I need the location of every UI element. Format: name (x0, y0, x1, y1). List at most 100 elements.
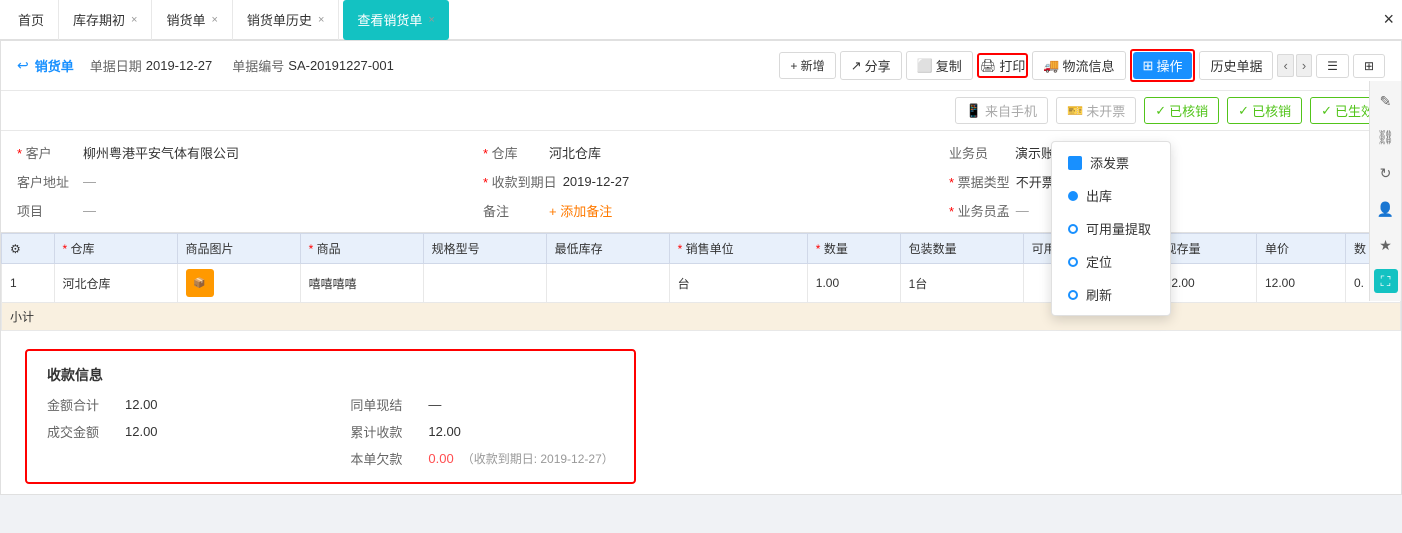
copy-button[interactable]: ⬜ 复制 (906, 51, 973, 80)
toolbar: + 新增 ↗ 分享 ⬜ 复制 🖨 打印 🚚 物流信息 (779, 49, 1385, 82)
customer-value: 柳州粤港平安气体有限公司 (83, 143, 239, 162)
payment-title: 收款信息 (47, 365, 614, 385)
col-gear: ⚙ (2, 234, 55, 264)
warehouse-label: 仓库 (483, 143, 543, 162)
payment-date-row: 收款到期日 2019-12-27 (483, 172, 919, 191)
subtotal-label: 小计 (2, 303, 1401, 331)
row-quantity: 1.00 (807, 264, 900, 303)
doc-meta: 单据日期 2019-12-27 单据编号 SA-20191227-001 (90, 56, 394, 75)
tab-home-label: 首页 (18, 10, 44, 29)
action-row: 📱 来自手机 🎫 未开票 ✓ 已核销 ✓ 已核销 ✓ 已生效 (1, 91, 1401, 131)
from-phone-button[interactable]: 📱 来自手机 (955, 97, 1048, 124)
address-value: — (83, 174, 96, 189)
cumulative-row: 累计收款 12.00 (350, 422, 613, 441)
dropdown-locate[interactable]: 定位 (1052, 245, 1170, 278)
doc-date-label: 单据日期 (90, 56, 142, 75)
warehouse-row: 仓库 河北仓库 (483, 143, 919, 162)
dropdown-add-invoice[interactable]: 添发票 (1052, 146, 1170, 179)
dropdown-add-invoice-label: 添发票 (1090, 153, 1129, 172)
dropdown-outbound-label: 出库 (1086, 186, 1112, 205)
operation-icon: ⊞ (1143, 58, 1154, 74)
sidebar-link-icon[interactable]: ⛓ (1374, 125, 1398, 149)
share-button[interactable]: ↗ 分享 (840, 51, 902, 80)
doc-date-value: 2019-12-27 (146, 58, 213, 73)
nav-prev-button[interactable]: ‹ (1277, 54, 1293, 77)
dropdown-refresh-label: 刷新 (1086, 285, 1112, 304)
col-pack-qty: 包装数量 (900, 234, 1023, 264)
tab-sales-history[interactable]: 销货单历史 × (233, 0, 339, 40)
tab-sales-close[interactable]: × (211, 14, 217, 26)
phone-icon: 📱 (966, 103, 982, 119)
tab-view-sales-close[interactable]: × (428, 14, 434, 26)
tab-inventory-close[interactable]: × (131, 14, 137, 26)
right-sidebar: ✎ ⛓ ↻ 👤 ★ ⛶ (1369, 81, 1401, 301)
confirm-icon: ✓ (1155, 103, 1166, 119)
dropdown-available-qty-label: 可用量提取 (1086, 219, 1151, 238)
total-amount-label: 金额合计 (47, 395, 117, 414)
print-button[interactable]: 🖨 打印 (977, 53, 1029, 78)
print-icon: 🖨 (980, 58, 997, 74)
ticket-type-value: 不开票 (1016, 172, 1055, 191)
doc-date-item: 单据日期 2019-12-27 (90, 56, 213, 75)
project-row: 项目 — (17, 201, 453, 220)
sidebar-expand-icon[interactable]: ⛶ (1374, 269, 1398, 293)
sold-icon: ✓ (1238, 103, 1249, 119)
ticket-icon: 🎫 (1067, 103, 1083, 119)
sidebar-star-icon[interactable]: ★ (1374, 233, 1398, 257)
dropdown-outbound[interactable]: 出库 (1052, 179, 1170, 212)
refresh-icon (1068, 290, 1078, 300)
row-warehouse: 河北仓库 (54, 264, 177, 303)
logistics-button[interactable]: 🚚 物流信息 (1032, 51, 1125, 80)
tab-view-sales[interactable]: 查看销货单 × (343, 0, 448, 40)
tab-sales[interactable]: 销货单 × (152, 0, 232, 40)
sold-button[interactable]: ✓ 已核销 (1227, 97, 1302, 124)
col-min-stock: 最低库存 (546, 234, 669, 264)
new-button[interactable]: + 新增 (779, 52, 835, 79)
nav-next-button[interactable]: › (1296, 54, 1312, 77)
dropdown-refresh[interactable]: 刷新 (1052, 278, 1170, 311)
copy-icon: ⬜ (917, 58, 933, 74)
product-image: 📦 (186, 269, 214, 297)
view-list-button[interactable]: ☰ (1316, 54, 1349, 78)
row-product-img: 📦 (177, 264, 300, 303)
sidebar-edit-icon[interactable]: ✎ (1374, 89, 1398, 113)
history-button[interactable]: 历史单据 (1199, 51, 1273, 80)
row-current-stock: 12.00 (1156, 264, 1256, 303)
doc-number-label: 单据编号 (232, 56, 284, 75)
due-note: （收款到期日: 2019-12-27） (462, 450, 614, 467)
payment-wrapper: 收款信息 金额合计 12.00 成交金额 12.00 (1, 331, 1401, 494)
dropdown-available-qty[interactable]: 可用量提取 (1052, 212, 1170, 245)
row-pack-qty: 1台 (900, 264, 1023, 303)
main-content: ↩ 销货单 单据日期 2019-12-27 单据编号 SA-20191227-0… (0, 40, 1402, 495)
view-grid-button[interactable]: ⊞ (1353, 54, 1385, 78)
col-quantity: 数量 (807, 234, 900, 264)
col-warehouse: 仓库 (54, 234, 177, 264)
tab-home[interactable]: 首页 (8, 0, 59, 40)
tab-sales-history-label: 销货单历史 (247, 10, 312, 29)
col-sales-unit: 销售单位 (669, 234, 807, 264)
operation-button[interactable]: ⊞ 操作 (1133, 52, 1193, 79)
share-icon: ↗ (851, 58, 862, 74)
payment-grid: 金额合计 12.00 成交金额 12.00 同单现结 — (47, 395, 614, 468)
sidebar-user-icon[interactable]: 👤 (1374, 197, 1398, 221)
cumulative-value: 12.00 (428, 424, 461, 439)
tab-sales-history-close[interactable]: × (318, 14, 324, 26)
add-note-button[interactable]: + 添加备注 (549, 201, 612, 220)
tab-inventory[interactable]: 库存期初 × (59, 0, 152, 40)
confirm-button[interactable]: ✓ 已核销 (1144, 97, 1219, 124)
payment-left: 金额合计 12.00 成交金额 12.00 (47, 395, 310, 468)
tab-bar: 首页 库存期初 × 销货单 × 销货单历史 × 查看销货单 × × (0, 0, 1402, 40)
payment-date-label: 收款到期日 (483, 172, 557, 191)
not-open-button[interactable]: 🎫 未开票 (1056, 97, 1136, 124)
address-label: 客户地址 (17, 172, 77, 191)
same-order-value: — (428, 397, 441, 412)
customer-row: 客户 柳州粤港平安气体有限公司 (17, 143, 453, 162)
row-sales-unit: 台 (669, 264, 807, 303)
current-due-value: 0.00 (428, 451, 453, 466)
row-index: 1 (2, 264, 55, 303)
current-due-label: 本单欠款 (350, 449, 420, 468)
payment-date-value: 2019-12-27 (563, 174, 630, 189)
tab-bar-close[interactable]: × (1383, 9, 1394, 30)
tab-view-sales-label: 查看销货单 (357, 10, 422, 29)
sidebar-rotate-icon[interactable]: ↻ (1374, 161, 1398, 185)
